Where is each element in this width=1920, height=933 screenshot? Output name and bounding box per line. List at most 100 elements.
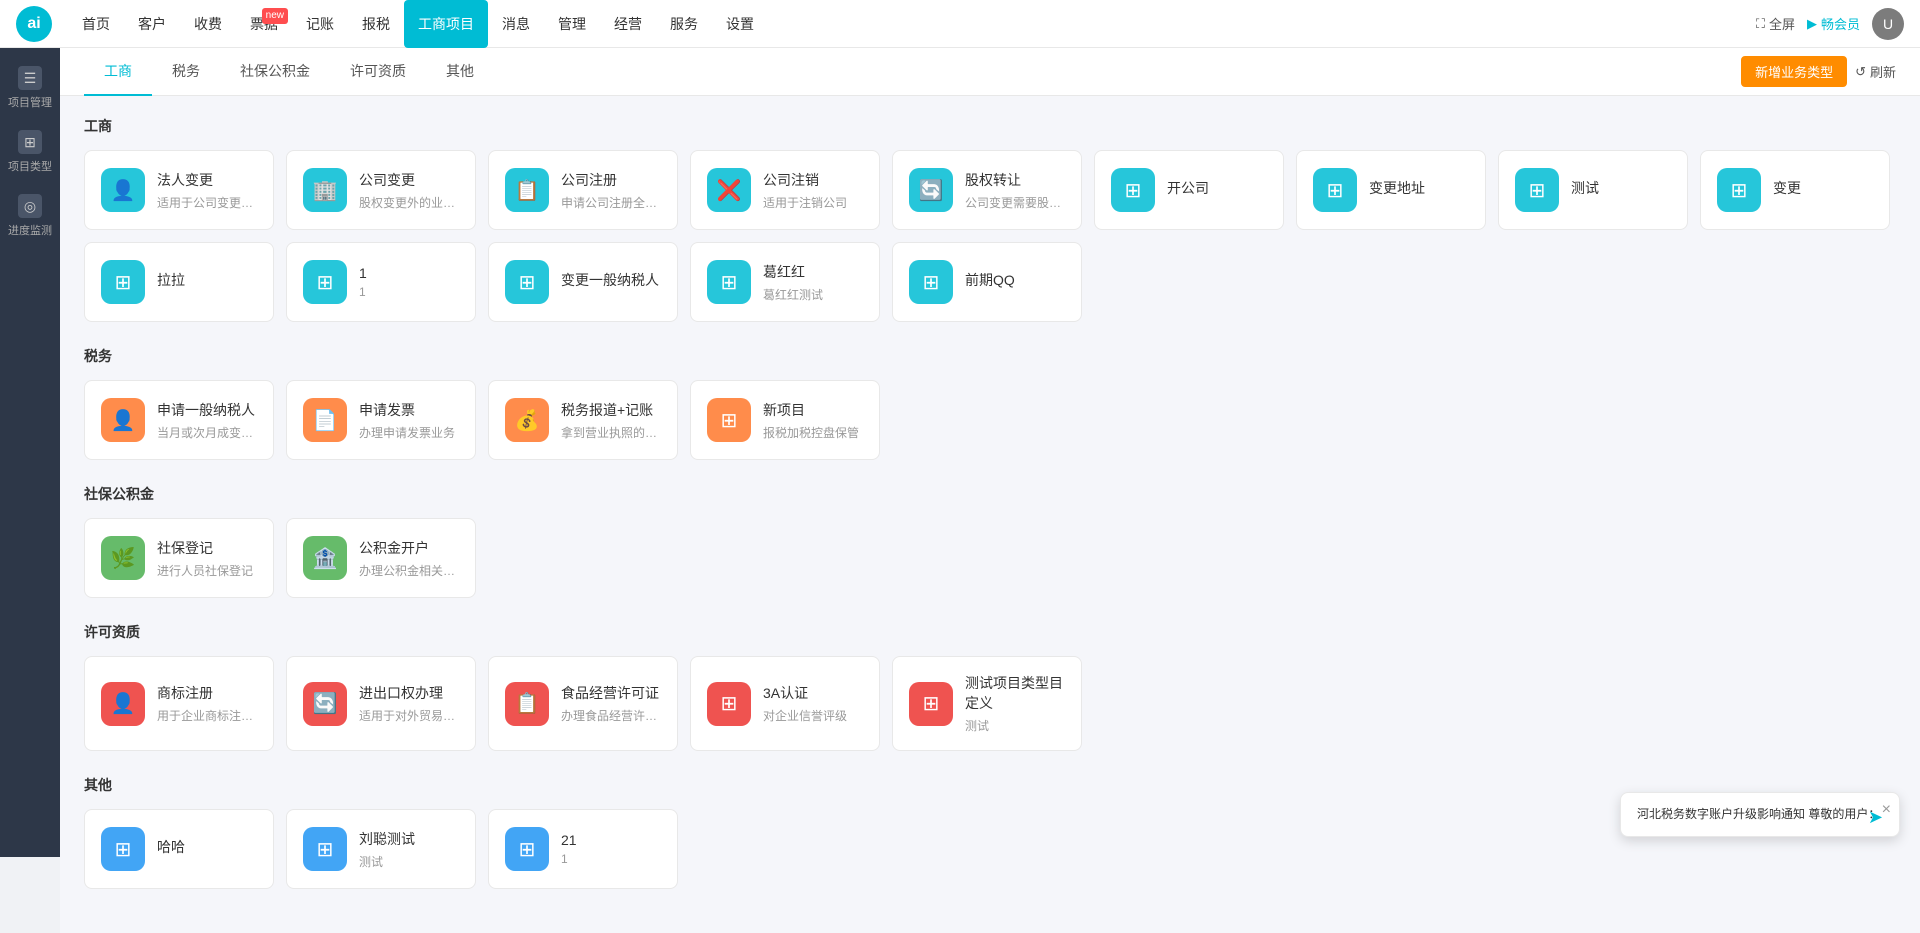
card-title-2-1: 公积金开户	[359, 538, 459, 558]
tab-1[interactable]: 税务	[152, 48, 220, 96]
card-3-2[interactable]: 📋食品经营许可证办理食品经营许可证	[488, 656, 678, 751]
sidebar-item-1[interactable]: ⊞ 项目类型	[0, 120, 60, 184]
nav-item-0[interactable]: 首页	[68, 0, 124, 48]
card-sub-0-0: 适用于公司变更法人	[157, 194, 257, 211]
sidebar-label-2: 进度监测	[8, 222, 52, 238]
card-title-0-6: 变更地址	[1369, 178, 1469, 198]
card-title-1-1: 申请发票	[359, 400, 459, 420]
nav-item-5[interactable]: 报税	[348, 0, 404, 48]
card-3-4[interactable]: ⊞测试项目类型目定义测试	[892, 656, 1082, 751]
logo-text: ai	[27, 15, 40, 33]
card-title-4-1: 刘聪测试	[359, 829, 459, 849]
card-text-0-2: 公司注册申请公司注册全流程	[561, 170, 661, 211]
card-0-10[interactable]: ⊞11	[286, 242, 476, 322]
refresh-icon: ↺	[1855, 64, 1866, 80]
card-text-0-1: 公司变更股权变更外的业务变更	[359, 170, 459, 211]
card-3-1[interactable]: 🔄进出口权办理适用于对外贸易经营者	[286, 656, 476, 751]
card-text-0-4: 股权转让公司变更需要股权转让	[965, 170, 1065, 211]
card-sub-3-4: 测试	[965, 717, 1065, 734]
sidebar-icon-2: ◎	[18, 194, 42, 218]
fullscreen-button[interactable]: ⛶ 全屏	[1756, 14, 1795, 33]
card-0-3[interactable]: ❌公司注销适用于注销公司	[690, 150, 880, 230]
card-icon-3-4: ⊞	[909, 682, 953, 726]
card-title-4-0: 哈哈	[157, 837, 257, 857]
nav-item-3[interactable]: 票据new	[236, 0, 292, 48]
card-1-1[interactable]: 📄申请发票办理申请发票业务	[286, 380, 476, 460]
card-sub-3-0: 用于企业商标注册服务	[157, 707, 257, 724]
card-2-1[interactable]: 🏦公积金开户办理公积金相关业务	[286, 518, 476, 598]
nav-item-6[interactable]: 工商项目	[404, 0, 488, 48]
card-0-5[interactable]: ⊞开公司	[1094, 150, 1284, 230]
card-4-1[interactable]: ⊞刘聪测试测试	[286, 809, 476, 889]
card-text-0-8: 变更	[1773, 178, 1873, 202]
nav-item-7[interactable]: 消息	[488, 0, 544, 48]
card-sub-1-0: 当月或次月成变更完成	[157, 424, 257, 441]
tab-0[interactable]: 工商	[84, 48, 152, 96]
cards-grid-shuiwu: 👤 申请一般纳税人当月或次月成变更完成 📄申请发票办理申请发票业务💰税务报道+记账拿…	[84, 380, 1896, 460]
card-text-1-0: 申请一般纳税人当月或次月成变更完成	[157, 400, 257, 441]
tab-3[interactable]: 许可资质	[330, 48, 426, 96]
card-0-9[interactable]: ⊞ 拉拉	[84, 242, 274, 322]
sidebar-label-1: 项目类型	[8, 158, 52, 174]
tab-4[interactable]: 其他	[426, 48, 494, 96]
card-0-8[interactable]: ⊞变更	[1700, 150, 1890, 230]
app-logo: ai	[16, 6, 52, 42]
tab-2[interactable]: 社保公积金	[220, 48, 330, 96]
card-sub-2-0: 进行人员社保登记	[157, 562, 257, 579]
card-3-0[interactable]: 👤商标注册用于企业商标注册服务	[84, 656, 274, 751]
card-icon-0-9: ⊞	[101, 260, 145, 304]
card-icon-1-2: 💰	[505, 398, 549, 442]
card-3-3[interactable]: ⊞3A认证对企业信誉评级	[690, 656, 880, 751]
card-icon-4-1: ⊞	[303, 827, 347, 871]
card-1-0[interactable]: 👤 申请一般纳税人当月或次月成变更完成	[84, 380, 274, 460]
card-title-3-0: 商标注册	[157, 683, 257, 703]
card-icon-0-6: ⊞	[1313, 168, 1357, 212]
card-icon-1-0: 👤	[101, 398, 145, 442]
member-icon: ▶	[1807, 16, 1817, 32]
card-title-0-9: 拉拉	[157, 270, 257, 290]
card-0-1[interactable]: 🏢公司变更股权变更外的业务变更	[286, 150, 476, 230]
nav-item-9[interactable]: 经营	[600, 0, 656, 48]
card-text-0-5: 开公司	[1167, 178, 1267, 202]
card-0-12[interactable]: ⊞葛红红葛红红测试	[690, 242, 880, 322]
notification-arrow: ➤	[1868, 807, 1883, 828]
nav-item-11[interactable]: 设置	[712, 0, 768, 48]
top-navigation: ai 首页客户收费票据new记账报税工商项目消息管理经营服务设置 ⛶ 全屏 ▶ …	[0, 0, 1920, 48]
card-title-0-7: 测试	[1571, 178, 1671, 198]
sidebar-icon-1: ⊞	[18, 130, 42, 154]
section-title-gongshang: 工商	[84, 116, 1896, 136]
sidebar-item-2[interactable]: ◎ 进度监测	[0, 184, 60, 248]
card-4-2[interactable]: ⊞211	[488, 809, 678, 889]
card-1-3[interactable]: ⊞新项目报税加税控盘保管	[690, 380, 880, 460]
card-sub-0-12: 葛红红测试	[763, 286, 863, 303]
card-0-13[interactable]: ⊞前期QQ	[892, 242, 1082, 322]
nav-item-10[interactable]: 服务	[656, 0, 712, 48]
nav-item-8[interactable]: 管理	[544, 0, 600, 48]
member-button[interactable]: ▶ 畅会员	[1807, 14, 1860, 33]
card-0-11[interactable]: ⊞变更一般纳税人	[488, 242, 678, 322]
cards-grid-shebao: 🌿社保登记进行人员社保登记🏦公积金开户办理公积金相关业务	[84, 518, 1896, 598]
card-0-4[interactable]: 🔄股权转让公司变更需要股权转让	[892, 150, 1082, 230]
notification-close-button[interactable]: ×	[1882, 801, 1891, 819]
nav-item-2[interactable]: 收费	[180, 0, 236, 48]
card-0-6[interactable]: ⊞ 变更地址	[1296, 150, 1486, 230]
avatar[interactable]: U	[1872, 8, 1904, 40]
card-text-0-7: 测试	[1571, 178, 1671, 202]
card-text-1-1: 申请发票办理申请发票业务	[359, 400, 459, 441]
refresh-button[interactable]: ↺ 刷新	[1855, 62, 1896, 81]
card-0-0[interactable]: 👤法人变更适用于公司变更法人	[84, 150, 274, 230]
card-0-7[interactable]: ⊞测试	[1498, 150, 1688, 230]
nav-item-4[interactable]: 记账	[292, 0, 348, 48]
card-2-0[interactable]: 🌿社保登记进行人员社保登记	[84, 518, 274, 598]
card-title-3-3: 3A认证	[763, 683, 863, 703]
card-sub-2-1: 办理公积金相关业务	[359, 562, 459, 579]
sidebar-item-0[interactable]: ☰ 项目管理	[0, 56, 60, 120]
card-4-0[interactable]: ⊞哈哈	[84, 809, 274, 889]
new-type-button[interactable]: 新增业务类型	[1741, 56, 1847, 87]
nav-item-1[interactable]: 客户	[124, 0, 180, 48]
card-0-2[interactable]: 📋公司注册申请公司注册全流程	[488, 150, 678, 230]
card-icon-0-0: 👤	[101, 168, 145, 212]
refresh-label: 刷新	[1870, 62, 1896, 81]
member-label: 畅会员	[1821, 14, 1860, 33]
card-1-2[interactable]: 💰税务报道+记账拿到营业执照的新公司	[488, 380, 678, 460]
